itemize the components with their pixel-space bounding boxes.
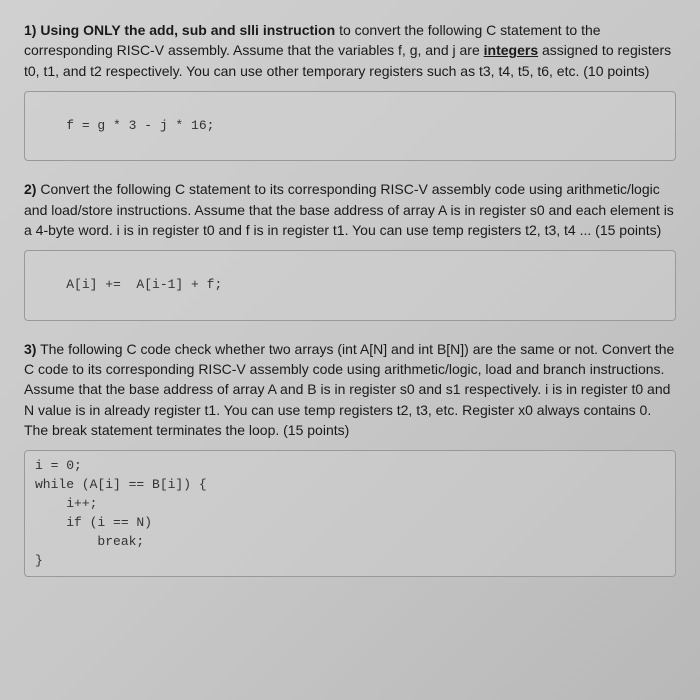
q3-number: 3) [24, 341, 36, 357]
q2-text: 2) Convert the following C statement to … [24, 179, 676, 240]
q3-code: i = 0; while (A[i] == B[i]) { i++; if (i… [35, 458, 207, 567]
q1-code-box: f = g * 3 - j * 16; [24, 91, 676, 162]
q1-number: 1) [24, 22, 36, 38]
q1-integers: integers [484, 42, 538, 58]
q3-text: 3) The following C code check whether tw… [24, 339, 676, 440]
question-1: 1) Using ONLY the add, sub and slli inst… [24, 20, 676, 161]
question-3: 3) The following C code check whether tw… [24, 339, 676, 578]
question-2: 2) Convert the following C statement to … [24, 179, 676, 320]
q2-code: A[i] += A[i-1] + f; [66, 277, 222, 292]
q2-number: 2) [24, 181, 36, 197]
q1-text: 1) Using ONLY the add, sub and slli inst… [24, 20, 676, 81]
q3-body: The following C code check whether two a… [24, 341, 674, 438]
q1-code: f = g * 3 - j * 16; [66, 118, 214, 133]
q2-body: Convert the following C statement to its… [24, 181, 674, 238]
q2-code-box: A[i] += A[i-1] + f; [24, 250, 676, 321]
q1-lead-bold: Using ONLY the add, sub and slli instruc… [40, 22, 335, 38]
q3-code-box: i = 0; while (A[i] == B[i]) { i++; if (i… [24, 450, 676, 577]
